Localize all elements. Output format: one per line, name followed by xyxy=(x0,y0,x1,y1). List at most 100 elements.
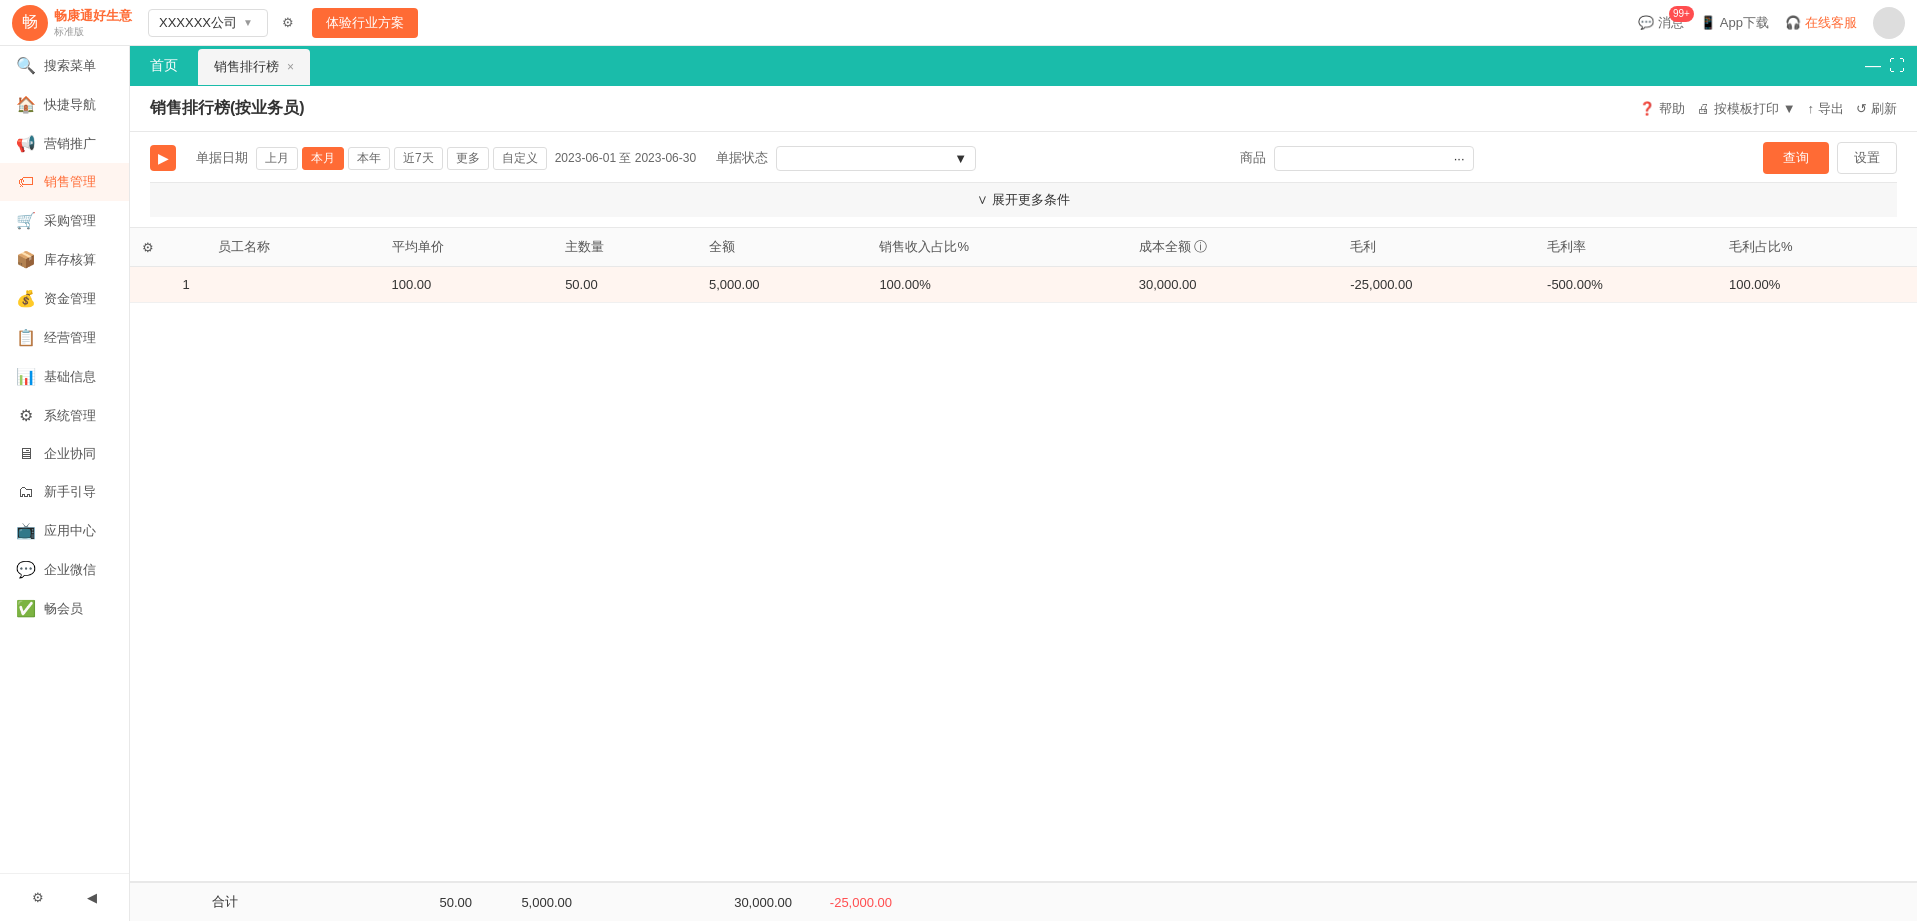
cell-gross-pct-0: 100.00% xyxy=(1717,267,1917,303)
sidebar-footer-collapse[interactable]: ◀ xyxy=(81,884,103,911)
sidebar-icon-3: 🏷 xyxy=(16,173,36,191)
sidebar-label-8: 基础信息 xyxy=(44,368,96,386)
cell-name-0 xyxy=(206,267,380,303)
sidebar-item-10[interactable]: 🖥 企业协同 xyxy=(0,435,129,473)
footer-amount: 5,000.00 xyxy=(492,895,592,910)
sidebar-label-0: 搜索菜单 xyxy=(44,57,96,75)
message-icon: 💬 xyxy=(1638,15,1654,30)
goods-select[interactable]: ··· xyxy=(1274,146,1474,171)
sidebar-item-2[interactable]: 📢营销推广 xyxy=(0,124,129,163)
company-name: XXXXXX公司 xyxy=(159,14,237,32)
sidebar-label-7: 经营管理 xyxy=(44,329,96,347)
sidebar-icon-10: 🖥 xyxy=(16,445,36,463)
sidebar-item-9[interactable]: ⚙系统管理 xyxy=(0,396,129,435)
page-title: 销售排行榜(按业务员) xyxy=(150,98,305,119)
help-label: 帮助 xyxy=(1659,100,1685,118)
sidebar-item-0[interactable]: 🔍搜索菜单 xyxy=(0,46,129,85)
print-button[interactable]: 🖨 按模板打印 ▼ xyxy=(1697,100,1796,118)
query-button[interactable]: 查询 xyxy=(1763,142,1829,174)
sidebar-label-4: 采购管理 xyxy=(44,212,96,230)
print-icon: 🖨 xyxy=(1697,101,1710,116)
cell-avg-price-0: 100.00 xyxy=(380,267,554,303)
cell-settings-0[interactable] xyxy=(130,267,166,303)
sidebar-item-6[interactable]: 💰资金管理 xyxy=(0,279,129,318)
tab-minimize-icon[interactable]: — xyxy=(1865,57,1881,75)
col-settings[interactable]: ⚙ xyxy=(130,228,166,267)
sidebar-label-10: 企业协同 xyxy=(44,445,96,463)
footer-qty: 50.00 xyxy=(412,895,492,910)
message-badge: 99+ xyxy=(1669,6,1694,22)
sidebar-icon-6: 💰 xyxy=(16,289,36,308)
refresh-button[interactable]: ↺ 刷新 xyxy=(1856,100,1897,118)
sidebar-icon-7: 📋 xyxy=(16,328,36,347)
logo-title: 畅康通好生意 xyxy=(54,7,132,25)
export-icon: ↑ xyxy=(1808,101,1815,116)
app-download-button[interactable]: 📱 App下载 xyxy=(1700,14,1769,32)
col-qty: 主数量 xyxy=(553,228,697,267)
sidebar-label-1: 快捷导航 xyxy=(44,96,96,114)
date-btn-more[interactable]: 更多 xyxy=(447,147,489,170)
message-button[interactable]: 💬 消息 99+ xyxy=(1638,14,1684,32)
sidebar-icon-14: ✅ xyxy=(16,599,36,618)
help-icon: ❓ xyxy=(1639,101,1655,116)
sidebar-footer-settings[interactable]: ⚙ xyxy=(26,884,50,911)
date-btn-custom[interactable]: 自定义 xyxy=(493,147,547,170)
goods-filter-label: 商品 xyxy=(1240,149,1266,167)
col-employee-name: 员工名称 xyxy=(206,228,380,267)
chevron-down-icon: ▼ xyxy=(243,17,253,28)
sidebar-label-5: 库存核算 xyxy=(44,251,96,269)
export-button[interactable]: ↑ 导出 xyxy=(1808,100,1845,118)
col-amount: 全额 xyxy=(697,228,867,267)
help-button[interactable]: ❓ 帮助 xyxy=(1639,100,1685,118)
logo-sub: 标准版 xyxy=(54,25,132,39)
status-chevron-icon: ▼ xyxy=(954,151,967,166)
experience-button[interactable]: 体验行业方案 xyxy=(312,8,418,38)
tab-label: 销售排行榜 xyxy=(214,58,279,76)
app-logo-text: 畅康通好生意 标准版 xyxy=(54,7,132,39)
date-btn-7days[interactable]: 近7天 xyxy=(394,147,443,170)
sidebar-item-7[interactable]: 📋 经营管理 xyxy=(0,318,129,357)
filter-toggle-arrow[interactable]: ▶ xyxy=(150,145,176,171)
expand-more-icon: ∨ xyxy=(977,192,988,207)
sidebar-item-8[interactable]: 📊 基础信息 xyxy=(0,357,129,396)
settings-button[interactable]: 设置 xyxy=(1837,142,1897,174)
sidebar-item-12[interactable]: 📺应用中心 xyxy=(0,511,129,550)
col-avg-price: 平均单价 xyxy=(380,228,554,267)
footer-cost: 30,000.00 xyxy=(712,895,812,910)
tab-home[interactable]: 首页 xyxy=(130,46,198,86)
online-support-button[interactable]: 🎧 在线客服 xyxy=(1785,14,1857,32)
export-label: 导出 xyxy=(1818,100,1844,118)
sidebar-item-1[interactable]: 🏠快捷导航 xyxy=(0,85,129,124)
tab-sales-ranking[interactable]: 销售排行榜 × xyxy=(198,49,310,85)
date-btn-this-year[interactable]: 本年 xyxy=(348,147,390,170)
cell-gross-0: -25,000.00 xyxy=(1338,267,1535,303)
sidebar-item-14[interactable]: ✅畅会员 xyxy=(0,589,129,628)
date-filter-label: 单据日期 xyxy=(196,149,248,167)
sidebar-item-3[interactable]: 🏷销售管理 xyxy=(0,163,129,201)
sidebar-item-5[interactable]: 📦 库存核算 xyxy=(0,240,129,279)
date-btn-this-month[interactable]: 本月 xyxy=(302,147,344,170)
company-selector[interactable]: XXXXXX公司 ▼ xyxy=(148,9,268,37)
data-table-container: ⚙ 员工名称 平均单价 主数量 全额 销售收入占比% 成本全额 ⓘ 毛利 毛利率 xyxy=(130,228,1917,881)
sidebar-item-11[interactable]: 🗂 新手引导 xyxy=(0,473,129,511)
tab-maximize-icon[interactable]: ⛶ xyxy=(1889,57,1905,75)
col-gross: 毛利 xyxy=(1338,228,1535,267)
sidebar-label-11: 新手引导 xyxy=(44,483,96,501)
print-chevron-icon: ▼ xyxy=(1783,101,1796,116)
sidebar-icon-2: 📢 xyxy=(16,134,36,153)
sidebar-icon-11: 🗂 xyxy=(16,483,36,501)
sidebar-icon-5: 📦 xyxy=(16,250,36,269)
sidebar-item-4[interactable]: 🛒采购管理 xyxy=(0,201,129,240)
sidebar-icon-8: 📊 xyxy=(16,367,36,386)
cell-gross-rate-0: -500.00% xyxy=(1535,267,1717,303)
user-avatar[interactable] xyxy=(1873,7,1905,39)
support-icon: 🎧 xyxy=(1785,15,1801,30)
date-btn-last-month[interactable]: 上月 xyxy=(256,147,298,170)
cell-amount-0: 5,000.00 xyxy=(697,267,867,303)
status-select[interactable]: ▼ xyxy=(776,146,976,171)
tab-close-icon[interactable]: × xyxy=(287,60,294,74)
sidebar-item-13[interactable]: 💬企业微信 xyxy=(0,550,129,589)
settings-icon[interactable]: ⚙ xyxy=(274,9,302,37)
footer-gross: -25,000.00 xyxy=(812,895,912,910)
expand-more-label[interactable]: 展开更多条件 xyxy=(992,192,1070,207)
